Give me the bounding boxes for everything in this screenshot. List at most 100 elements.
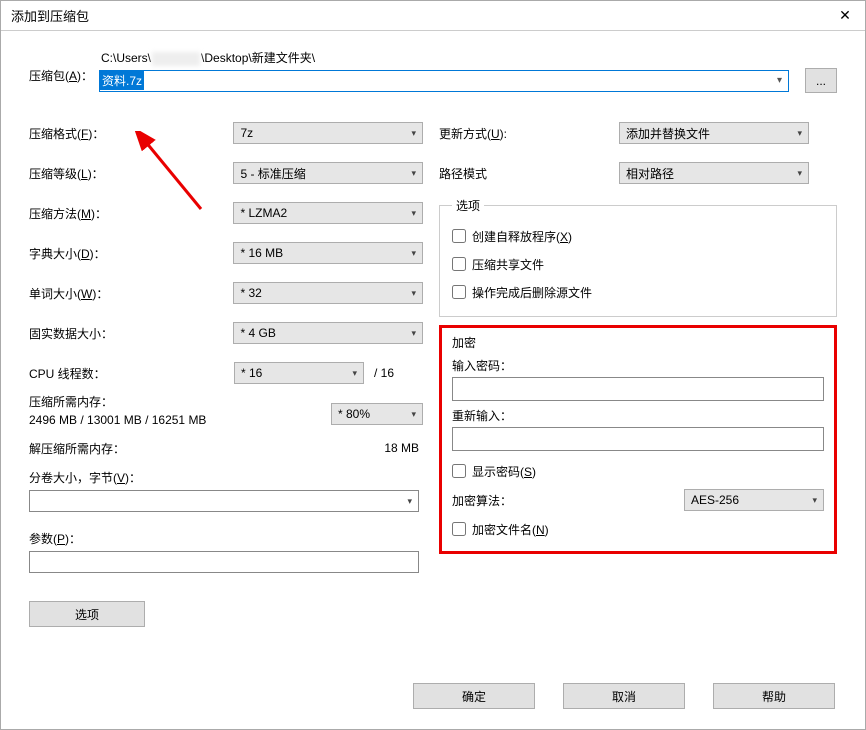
decomp-row: 解压缩所需内存： 18 MB <box>29 437 423 459</box>
encryption-groupbox: 加密 输入密码： 重新输入： 显示密码(S) 加密算法： AES-256▾ <box>439 325 837 554</box>
chevron-down-icon: ▾ <box>411 288 416 299</box>
mem-row: 压缩所需内存： 2496 MB / 13001 MB / 16251 MB * … <box>29 393 423 437</box>
archive-mid: C:\Users\\Desktop\新建文件夹\ 资料.7z ▾ ... <box>99 49 837 93</box>
chevron-down-icon: ▾ <box>411 328 416 339</box>
solid-row: 固实数据大小： * 4 GB▾ <box>29 313 423 353</box>
pathmode-label: 路径模式 <box>439 165 619 182</box>
mem-label: 压缩所需内存： <box>29 393 331 410</box>
right-column: 更新方式(U): 添加并替换文件▾ 路径模式 相对路径▾ 选项 <box>439 113 837 679</box>
password-input[interactable] <box>452 377 824 401</box>
showpw-row: 显示密码(S) <box>452 457 824 485</box>
chevron-down-icon: ▾ <box>411 128 416 139</box>
sfx-label: 创建自释放程序(X) <box>472 228 572 245</box>
sfx-checkbox[interactable] <box>452 229 466 243</box>
method-select[interactable]: * LZMA2▾ <box>233 202 423 224</box>
pathmode-row: 路径模式 相对路径▾ <box>439 153 837 193</box>
enc-names-checkbox[interactable] <box>452 522 466 536</box>
dialog-window: 添加到压缩包 ✕ 压缩包(A)： C:\Users\\Desktop\新建文件夹… <box>0 0 866 730</box>
solid-label: 固实数据大小： <box>29 325 233 342</box>
showpw-checkbox[interactable] <box>452 464 466 478</box>
cpu-total: / 16 <box>374 366 394 380</box>
password2-input[interactable] <box>452 427 824 451</box>
level-label: 压缩等级(L)： <box>29 165 233 182</box>
archive-input-row: 资料.7z ▾ ... <box>99 68 837 93</box>
chevron-down-icon: ▾ <box>352 368 357 379</box>
dialog-buttons: 确定 取消 帮助 <box>29 679 837 719</box>
method-row: 压缩方法(M)： * LZMA2▾ <box>29 193 423 233</box>
chevron-down-icon: ▾ <box>411 409 416 420</box>
chevron-down-icon: ▾ <box>797 168 802 179</box>
enc-names-label: 加密文件名(N) <box>472 521 549 538</box>
window-title: 添加到压缩包 <box>11 6 825 25</box>
archive-row: 压缩包(A)： C:\Users\\Desktop\新建文件夹\ 资料.7z ▾… <box>29 49 837 93</box>
close-button[interactable]: ✕ <box>825 1 865 31</box>
mem-label-block: 压缩所需内存： 2496 MB / 13001 MB / 16251 MB <box>29 393 331 427</box>
shared-checkbox-row: 压缩共享文件 <box>452 250 824 278</box>
word-select[interactable]: * 32▾ <box>233 282 423 304</box>
enc-names-row: 加密文件名(N) <box>452 515 824 543</box>
split-input[interactable]: ▾ <box>29 490 419 512</box>
format-label: 压缩格式(F)： <box>29 125 233 142</box>
cpu-label: CPU 线程数： <box>29 365 234 382</box>
method-label: 压缩方法(M)： <box>29 205 233 222</box>
dict-row: 字典大小(D)： * 16 MB▾ <box>29 233 423 273</box>
help-button[interactable]: 帮助 <box>713 683 835 709</box>
password-label: 输入密码： <box>452 357 824 374</box>
chevron-down-icon: ▾ <box>812 495 817 506</box>
mem-value: 2496 MB / 13001 MB / 16251 MB <box>29 413 331 427</box>
cpu-row: CPU 线程数： * 16▾ / 16 <box>29 353 423 393</box>
shared-checkbox[interactable] <box>452 257 466 271</box>
archive-name-value: 资料.7z <box>100 71 144 90</box>
dialog-content: 压缩包(A)： C:\Users\\Desktop\新建文件夹\ 资料.7z ▾… <box>1 31 865 729</box>
format-row: 压缩格式(F)： 7z▾ <box>29 113 423 153</box>
chevron-down-icon: ▾ <box>411 248 416 259</box>
format-select[interactable]: 7z▾ <box>233 122 423 144</box>
dict-label: 字典大小(D)： <box>29 245 233 262</box>
enc-alg-select[interactable]: AES-256▾ <box>684 489 824 511</box>
redacted-username <box>152 52 200 66</box>
split-label: 分卷大小，字节(V)： <box>29 469 423 486</box>
browse-button[interactable]: ... <box>805 68 837 93</box>
solid-select[interactable]: * 4 GB▾ <box>233 322 423 344</box>
columns: 压缩格式(F)： 7z▾ 压缩等级(L)： 5 - 标准压缩▾ <box>29 113 837 679</box>
password2-label: 重新输入： <box>452 407 824 424</box>
chevron-down-icon: ▾ <box>411 168 416 179</box>
ok-button[interactable]: 确定 <box>413 683 535 709</box>
params-input[interactable] <box>29 551 419 573</box>
chevron-down-icon: ▾ <box>771 75 788 86</box>
update-label: 更新方式(U): <box>439 125 619 142</box>
cancel-button[interactable]: 取消 <box>563 683 685 709</box>
sfx-checkbox-row: 创建自释放程序(X) <box>452 222 824 250</box>
params-label: 参数(P)： <box>29 530 423 547</box>
encryption-legend: 加密 <box>452 334 824 351</box>
chevron-down-icon: ▾ <box>411 208 416 219</box>
level-row: 压缩等级(L)： 5 - 标准压缩▾ <box>29 153 423 193</box>
close-icon: ✕ <box>839 7 851 24</box>
update-select[interactable]: 添加并替换文件▾ <box>619 122 809 144</box>
options-legend: 选项 <box>452 197 484 214</box>
options-button[interactable]: 选项 <box>29 601 145 627</box>
decomp-value: 18 MB <box>384 441 423 455</box>
enc-alg-label: 加密算法： <box>452 492 512 509</box>
archive-label: 压缩包(A)： <box>29 49 99 84</box>
shared-label: 压缩共享文件 <box>472 256 544 273</box>
word-row: 单词大小(W)： * 32▾ <box>29 273 423 313</box>
options-groupbox: 选项 创建自释放程序(X) 压缩共享文件 操作完成后删除源文件 <box>439 197 837 317</box>
showpw-label: 显示密码(S) <box>472 463 536 480</box>
decomp-label: 解压缩所需内存： <box>29 440 125 457</box>
left-column: 压缩格式(F)： 7z▾ 压缩等级(L)： 5 - 标准压缩▾ <box>29 113 439 679</box>
enc-alg-row: 加密算法： AES-256▾ <box>452 485 824 515</box>
chevron-down-icon: ▾ <box>797 128 802 139</box>
delete-label: 操作完成后删除源文件 <box>472 284 592 301</box>
chevron-down-icon: ▾ <box>407 496 412 507</box>
level-select[interactable]: 5 - 标准压缩▾ <box>233 162 423 184</box>
delete-checkbox[interactable] <box>452 285 466 299</box>
mem-pct-select[interactable]: * 80%▾ <box>331 403 423 425</box>
archive-name-combo[interactable]: 资料.7z ▾ <box>99 70 789 92</box>
pathmode-select[interactable]: 相对路径▾ <box>619 162 809 184</box>
cpu-select[interactable]: * 16▾ <box>234 362 364 384</box>
delete-checkbox-row: 操作完成后删除源文件 <box>452 278 824 306</box>
titlebar: 添加到压缩包 ✕ <box>1 1 865 31</box>
archive-path: C:\Users\\Desktop\新建文件夹\ <box>99 49 837 66</box>
dict-select[interactable]: * 16 MB▾ <box>233 242 423 264</box>
